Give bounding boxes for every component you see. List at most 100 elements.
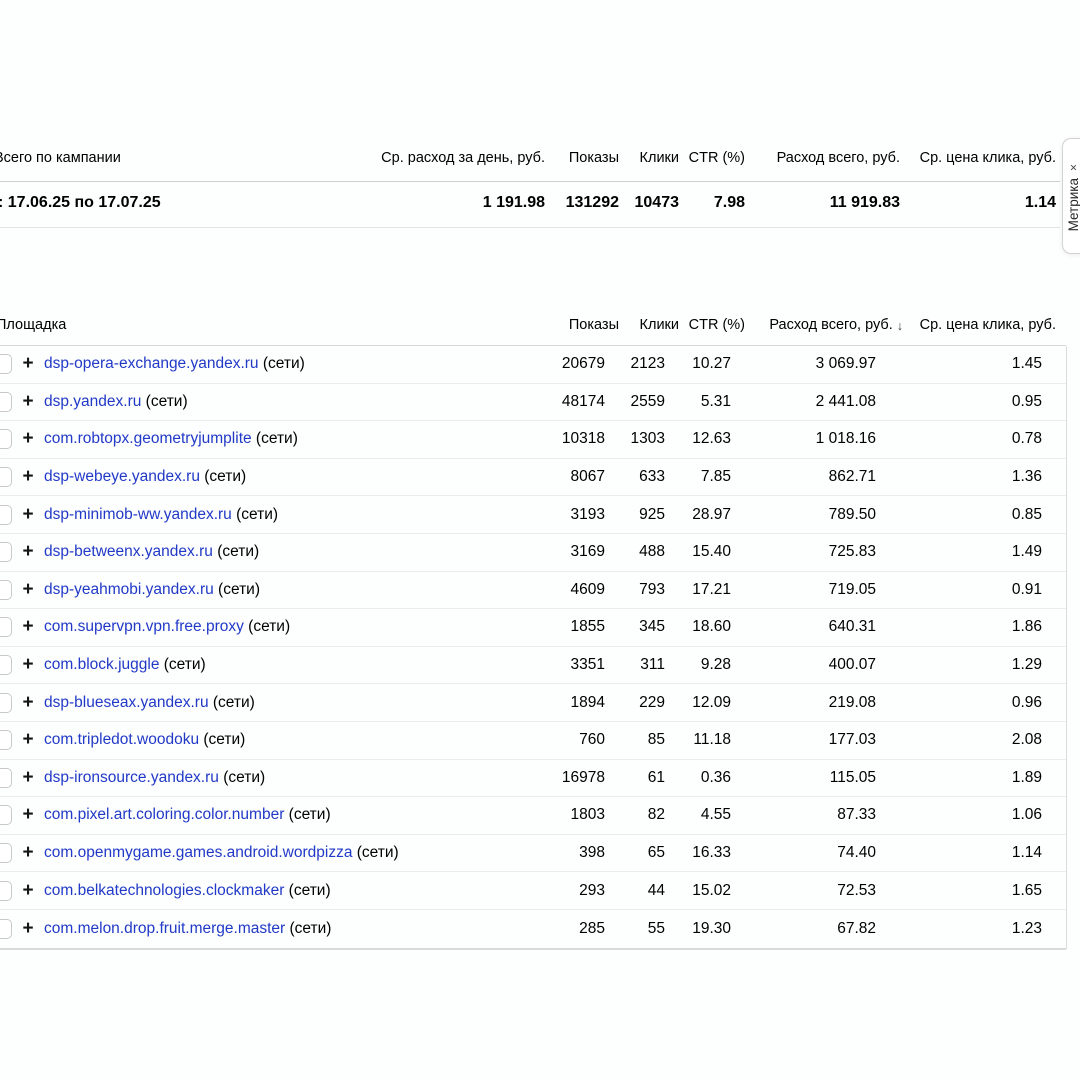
- platform-link[interactable]: dsp-webeye.yandex.ru: [44, 468, 200, 485]
- platform-link[interactable]: com.supervpn.vpn.free.proxy: [44, 618, 244, 635]
- row-checkbox[interactable]: [0, 918, 12, 939]
- expand-row-icon[interactable]: +: [19, 803, 37, 827]
- expand-row-icon[interactable]: +: [19, 352, 37, 376]
- col-ctr[interactable]: CTR (%): [689, 317, 745, 333]
- expand-row-icon[interactable]: +: [19, 766, 37, 790]
- col-total-spend-sorted[interactable]: Расход всего, руб. ↓: [769, 317, 903, 333]
- table-row: + com.melon.drop.fruit.merge.master (сети…: [0, 910, 1066, 948]
- clicks-value: 345: [639, 618, 665, 636]
- cost-value: 219.08: [828, 693, 876, 711]
- column-separator-line: [1066, 346, 1067, 949]
- cost-value: 2 441.08: [815, 392, 876, 410]
- expand-row-icon[interactable]: +: [19, 540, 37, 564]
- col-avg-cpc[interactable]: Ср. цена клика, руб.: [920, 317, 1056, 333]
- summary-header-row: Всего по кампании Ср. расход за день, ру…: [0, 148, 1080, 172]
- expand-row-icon[interactable]: +: [19, 841, 37, 865]
- ctr-value: 0.36: [700, 768, 731, 786]
- clicks-value: 1303: [630, 430, 665, 448]
- cost-value: 640.31: [828, 618, 876, 636]
- platform-name-cell: dsp-ironsource.yandex.ru (сети): [44, 769, 265, 787]
- platform-link[interactable]: dsp.yandex.ru: [44, 393, 141, 410]
- expand-row-icon[interactable]: +: [19, 615, 37, 639]
- platform-link[interactable]: dsp-ironsource.yandex.ru: [44, 769, 219, 786]
- table-row: + dsp-ironsource.yandex.ru (сети) 16978 61 0…: [0, 760, 1066, 798]
- cost-value: 3 069.97: [815, 355, 876, 373]
- platform-link[interactable]: com.pixel.art.coloring.color.number: [44, 806, 284, 823]
- platform-name-cell: com.robtopx.geometryjumplite (сети): [44, 430, 298, 448]
- network-suffix: (сети): [208, 693, 255, 711]
- row-checkbox[interactable]: [0, 617, 12, 638]
- col-clicks[interactable]: Клики: [640, 317, 679, 333]
- platform-link[interactable]: dsp-opera-exchange.yandex.ru: [44, 355, 259, 372]
- ctr-value: 18.60: [692, 618, 731, 636]
- ctr-value: 15.02: [692, 881, 731, 899]
- platform-link[interactable]: dsp-yeahmobi.yandex.ru: [44, 581, 214, 598]
- cpc-value: 0.85: [1011, 505, 1042, 523]
- row-checkbox[interactable]: [0, 880, 12, 901]
- platform-link[interactable]: com.melon.drop.fruit.merge.master: [44, 920, 285, 937]
- platform-link[interactable]: com.block.juggle: [44, 656, 159, 673]
- clicks-value: 925: [639, 505, 665, 523]
- row-checkbox[interactable]: [0, 767, 12, 788]
- impressions-value: 3351: [570, 656, 605, 674]
- row-checkbox[interactable]: [0, 692, 12, 713]
- row-checkbox[interactable]: [0, 843, 12, 864]
- col-impressions[interactable]: Показы: [569, 317, 619, 333]
- ctr-value: 10.27: [692, 355, 731, 373]
- platform-link[interactable]: dsp-betweenx.yandex.ru: [44, 543, 213, 560]
- cost-value: 789.50: [828, 505, 876, 523]
- metrica-side-tab[interactable]: Метрика ×: [1062, 138, 1080, 254]
- cost-value: 719.05: [828, 580, 876, 598]
- table-row: + com.block.juggle (сети) 3351 311 9.28 400.0…: [0, 647, 1066, 685]
- platform-name-cell: dsp-minimob-ww.yandex.ru (сети): [44, 506, 278, 524]
- expand-row-icon[interactable]: +: [19, 691, 37, 715]
- network-suffix: (сети): [243, 618, 291, 636]
- platform-link[interactable]: com.robtopx.geometryjumplite: [44, 430, 252, 447]
- row-checkbox[interactable]: [0, 354, 12, 375]
- platform-link[interactable]: com.belkatechnologies.clockmaker: [44, 882, 284, 899]
- table-row: + dsp.yandex.ru (сети) 48174 2559 5.31 2 441.…: [0, 384, 1066, 422]
- row-checkbox[interactable]: [0, 467, 12, 488]
- platform-link[interactable]: com.tripledot.woodoku: [44, 731, 199, 748]
- platform-link[interactable]: dsp-blueseax.yandex.ru: [44, 694, 209, 711]
- platform-name-cell: com.pixel.art.coloring.color.number (сет…: [44, 806, 331, 824]
- expand-row-icon[interactable]: +: [19, 427, 37, 451]
- table-row: + com.pixel.art.coloring.color.number (се…: [0, 797, 1066, 835]
- network-suffix: (сети): [199, 731, 246, 749]
- platform-name-cell: dsp-blueseax.yandex.ru (сети): [44, 694, 255, 712]
- platform-name-cell: com.openmygame.games.android.wordpizza (…: [44, 844, 399, 862]
- row-checkbox[interactable]: [0, 805, 12, 826]
- divider: [0, 181, 1060, 182]
- expand-row-icon[interactable]: +: [19, 578, 37, 602]
- ctr-value: 17.21: [692, 580, 731, 598]
- expand-row-icon[interactable]: +: [19, 728, 37, 752]
- impressions-value: 1803: [570, 806, 605, 824]
- cpc-value: 1.23: [1011, 919, 1042, 937]
- row-checkbox[interactable]: [0, 504, 12, 525]
- table-row: + com.tripledot.woodoku (сети) 760 85 11.18 1…: [0, 722, 1066, 760]
- row-checkbox[interactable]: [0, 730, 12, 751]
- platform-name-cell: dsp-betweenx.yandex.ru (сети): [44, 543, 259, 561]
- row-checkbox[interactable]: [0, 391, 12, 412]
- expand-row-icon[interactable]: +: [19, 390, 37, 414]
- network-suffix: (сети): [199, 468, 247, 486]
- summary-title: Всего по кампании: [0, 150, 121, 166]
- platform-link[interactable]: dsp-minimob-ww.yandex.ru: [44, 506, 232, 523]
- expand-row-icon[interactable]: +: [19, 653, 37, 677]
- row-checkbox[interactable]: [0, 655, 12, 676]
- row-checkbox[interactable]: [0, 542, 12, 563]
- expand-row-icon[interactable]: +: [19, 879, 37, 903]
- close-icon[interactable]: ×: [1067, 160, 1080, 174]
- network-suffix: (сети): [141, 392, 188, 410]
- impressions-value: 293: [579, 881, 605, 899]
- row-checkbox[interactable]: [0, 579, 12, 600]
- expand-row-icon[interactable]: +: [19, 503, 37, 527]
- clicks-value: 229: [639, 693, 665, 711]
- platform-link[interactable]: com.openmygame.games.android.wordpizza: [44, 844, 352, 861]
- cost-value: 87.33: [837, 806, 876, 824]
- ctr-value: 12.63: [692, 430, 731, 448]
- expand-row-icon[interactable]: +: [19, 917, 37, 941]
- clicks-value: 633: [639, 468, 665, 486]
- row-checkbox[interactable]: [0, 429, 12, 450]
- expand-row-icon[interactable]: +: [19, 465, 37, 489]
